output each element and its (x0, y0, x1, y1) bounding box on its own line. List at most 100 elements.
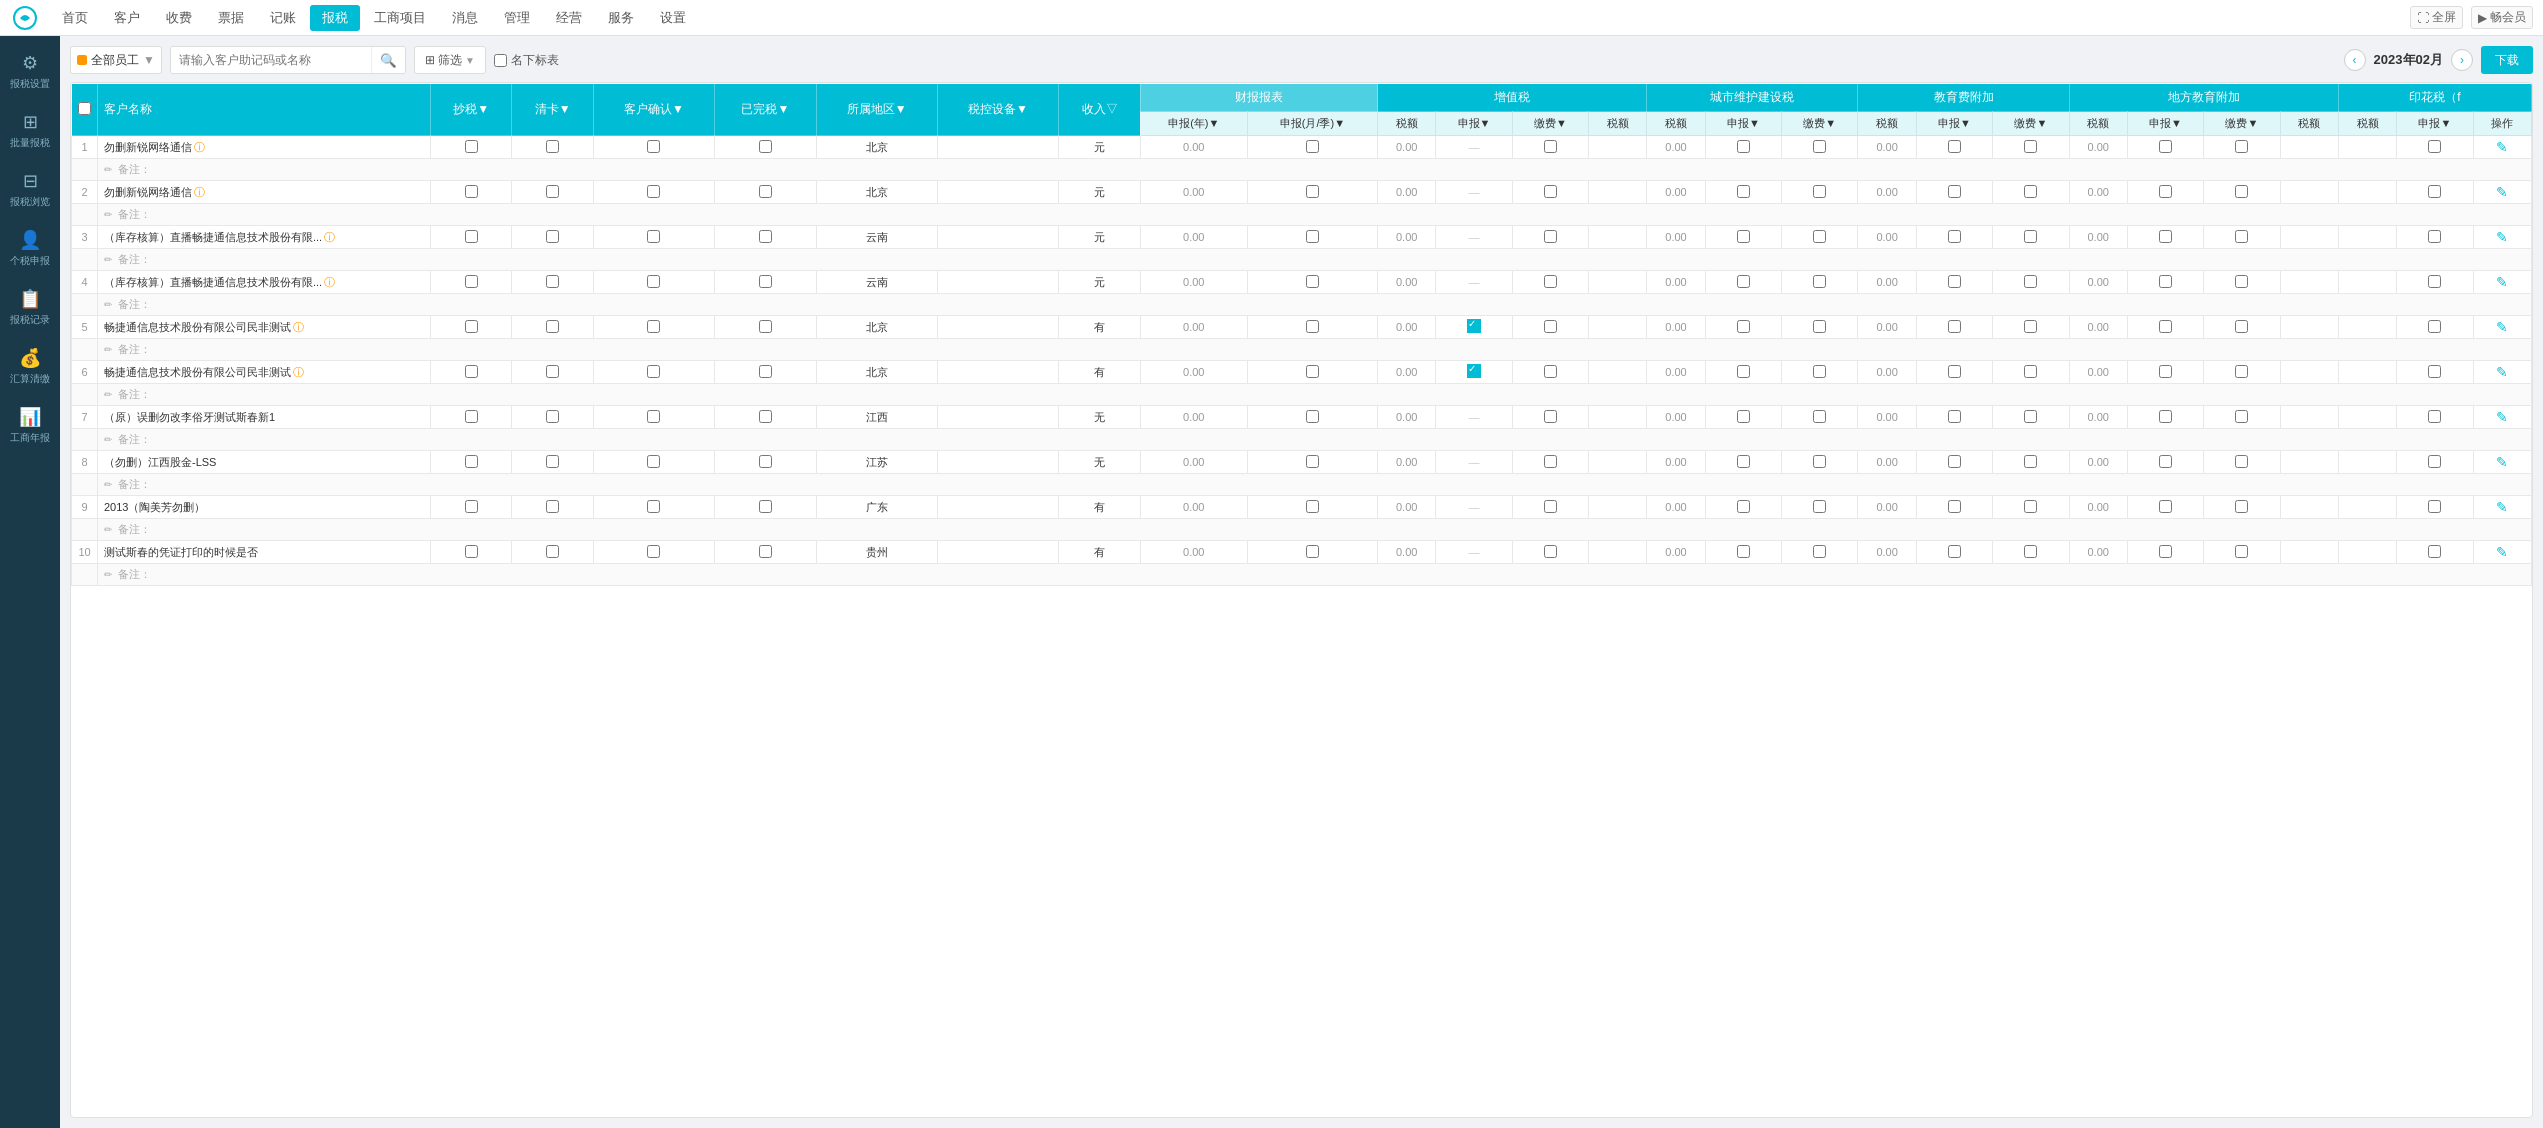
copy-tax-cb[interactable] (431, 181, 512, 204)
local-pay-cb[interactable] (2204, 136, 2280, 159)
paid-tax-cb[interactable] (715, 406, 816, 429)
client-confirm-cb[interactable] (593, 541, 714, 564)
clear-card-cb[interactable] (512, 361, 593, 384)
local-declare-cb[interactable] (2127, 406, 2203, 429)
edu-pay-cb[interactable] (1993, 451, 2069, 474)
nav-item-客户[interactable]: 客户 (102, 5, 152, 31)
edit-icon[interactable]: ✎ (2496, 229, 2508, 245)
fin-annual-cb[interactable] (1247, 541, 1377, 564)
stamp-declare-cb[interactable] (2397, 136, 2473, 159)
local-declare-cb[interactable] (2127, 136, 2203, 159)
copy-tax-cb[interactable] (431, 496, 512, 519)
city-declare-cb[interactable] (1705, 316, 1781, 339)
local-pay-cb[interactable] (2204, 316, 2280, 339)
fin-annual-cb[interactable] (1247, 451, 1377, 474)
city-declare-cb[interactable] (1705, 181, 1781, 204)
copy-tax-cb[interactable] (431, 361, 512, 384)
local-declare-cb[interactable] (2127, 226, 2203, 249)
paid-tax-cb[interactable] (715, 541, 816, 564)
vat-declare-cb[interactable] (1436, 316, 1512, 339)
edu-declare-cb[interactable] (1916, 226, 1992, 249)
note-pencil-icon[interactable]: ✏ (104, 299, 112, 310)
stamp-ops[interactable]: ✎ (2473, 496, 2531, 519)
fin-annual-cb[interactable] (1247, 316, 1377, 339)
local-pay-cb[interactable] (2204, 271, 2280, 294)
nav-item-消息[interactable]: 消息 (440, 5, 490, 31)
city-declare-cb[interactable] (1705, 136, 1781, 159)
client-confirm-cb[interactable] (593, 181, 714, 204)
copy-tax-cb[interactable] (431, 226, 512, 249)
note-pencil-icon[interactable]: ✏ (104, 524, 112, 535)
local-declare-cb[interactable] (2127, 271, 2203, 294)
client-confirm-cb[interactable] (593, 271, 714, 294)
fullscreen-button[interactable]: ⛶ 全屏 (2410, 6, 2463, 29)
local-pay-cb[interactable] (2204, 451, 2280, 474)
city-pay-cb[interactable] (1782, 226, 1858, 249)
copy-tax-cb[interactable] (431, 406, 512, 429)
edu-declare-cb[interactable] (1916, 316, 1992, 339)
vat-declare-cb[interactable]: — (1436, 136, 1512, 159)
sidebar-item-3[interactable]: 👤 个税申报 (2, 221, 58, 276)
stamp-ops[interactable]: ✎ (2473, 271, 2531, 294)
sidebar-item-5[interactable]: 💰 汇算清缴 (2, 339, 58, 394)
sidebar-item-1[interactable]: ⊞ 批量报税 (2, 103, 58, 158)
nav-item-首页[interactable]: 首页 (50, 5, 100, 31)
stamp-declare-cb[interactable] (2397, 541, 2473, 564)
sidebar-item-4[interactable]: 📋 报税记录 (2, 280, 58, 335)
clear-card-cb[interactable] (512, 136, 593, 159)
note-pencil-icon[interactable]: ✏ (104, 254, 112, 265)
select-all-checkbox[interactable] (78, 102, 91, 115)
city-pay-cb[interactable] (1782, 361, 1858, 384)
client-confirm-cb[interactable] (593, 136, 714, 159)
client-confirm-cb[interactable] (593, 496, 714, 519)
copy-tax-cb[interactable] (431, 541, 512, 564)
copy-tax-cb[interactable] (431, 136, 512, 159)
edit-icon[interactable]: ✎ (2496, 364, 2508, 380)
vat-pay-cb[interactable] (1512, 226, 1588, 249)
next-month-button[interactable]: › (2451, 49, 2473, 71)
vat-pay-cb[interactable] (1512, 451, 1588, 474)
vat-pay-cb[interactable] (1512, 541, 1588, 564)
clear-card-cb[interactable] (512, 226, 593, 249)
stamp-declare-cb[interactable] (2397, 406, 2473, 429)
search-input[interactable] (171, 47, 371, 73)
paid-tax-cb[interactable] (715, 361, 816, 384)
vat-declare-cb[interactable]: — (1436, 541, 1512, 564)
note-pencil-icon[interactable]: ✏ (104, 389, 112, 400)
download-button[interactable]: 下载 (2481, 46, 2533, 74)
city-pay-cb[interactable] (1782, 496, 1858, 519)
city-pay-cb[interactable] (1782, 271, 1858, 294)
filter-button[interactable]: ⊞ 筛选 ▼ (414, 46, 486, 74)
local-declare-cb[interactable] (2127, 316, 2203, 339)
city-pay-cb[interactable] (1782, 316, 1858, 339)
stamp-ops[interactable]: ✎ (2473, 316, 2531, 339)
edu-declare-cb[interactable] (1916, 451, 1992, 474)
fin-annual-cb[interactable] (1247, 406, 1377, 429)
paid-tax-cb[interactable] (715, 271, 816, 294)
note-pencil-icon[interactable]: ✏ (104, 479, 112, 490)
paid-tax-cb[interactable] (715, 316, 816, 339)
vat-declare-cb[interactable] (1436, 361, 1512, 384)
city-declare-cb[interactable] (1705, 496, 1781, 519)
nav-item-设置[interactable]: 设置 (648, 5, 698, 31)
vat-declare-cb[interactable]: — (1436, 496, 1512, 519)
paid-tax-cb[interactable] (715, 181, 816, 204)
local-pay-cb[interactable] (2204, 226, 2280, 249)
paid-tax-cb[interactable] (715, 226, 816, 249)
nav-item-记账[interactable]: 记账 (258, 5, 308, 31)
stamp-declare-cb[interactable] (2397, 271, 2473, 294)
edit-icon[interactable]: ✎ (2496, 454, 2508, 470)
nav-item-服务[interactable]: 服务 (596, 5, 646, 31)
vat-pay-cb[interactable] (1512, 406, 1588, 429)
stamp-declare-cb[interactable] (2397, 316, 2473, 339)
copy-tax-cb[interactable] (431, 451, 512, 474)
local-declare-cb[interactable] (2127, 496, 2203, 519)
vip-button[interactable]: ▶ 畅会员 (2471, 6, 2533, 29)
sidebar-item-6[interactable]: 📊 工商年报 (2, 398, 58, 453)
local-declare-cb[interactable] (2127, 361, 2203, 384)
note-pencil-icon[interactable]: ✏ (104, 209, 112, 220)
local-pay-cb[interactable] (2204, 361, 2280, 384)
vat-pay-cb[interactable] (1512, 271, 1588, 294)
fin-annual-cb[interactable] (1247, 136, 1377, 159)
note-pencil-icon[interactable]: ✏ (104, 569, 112, 580)
